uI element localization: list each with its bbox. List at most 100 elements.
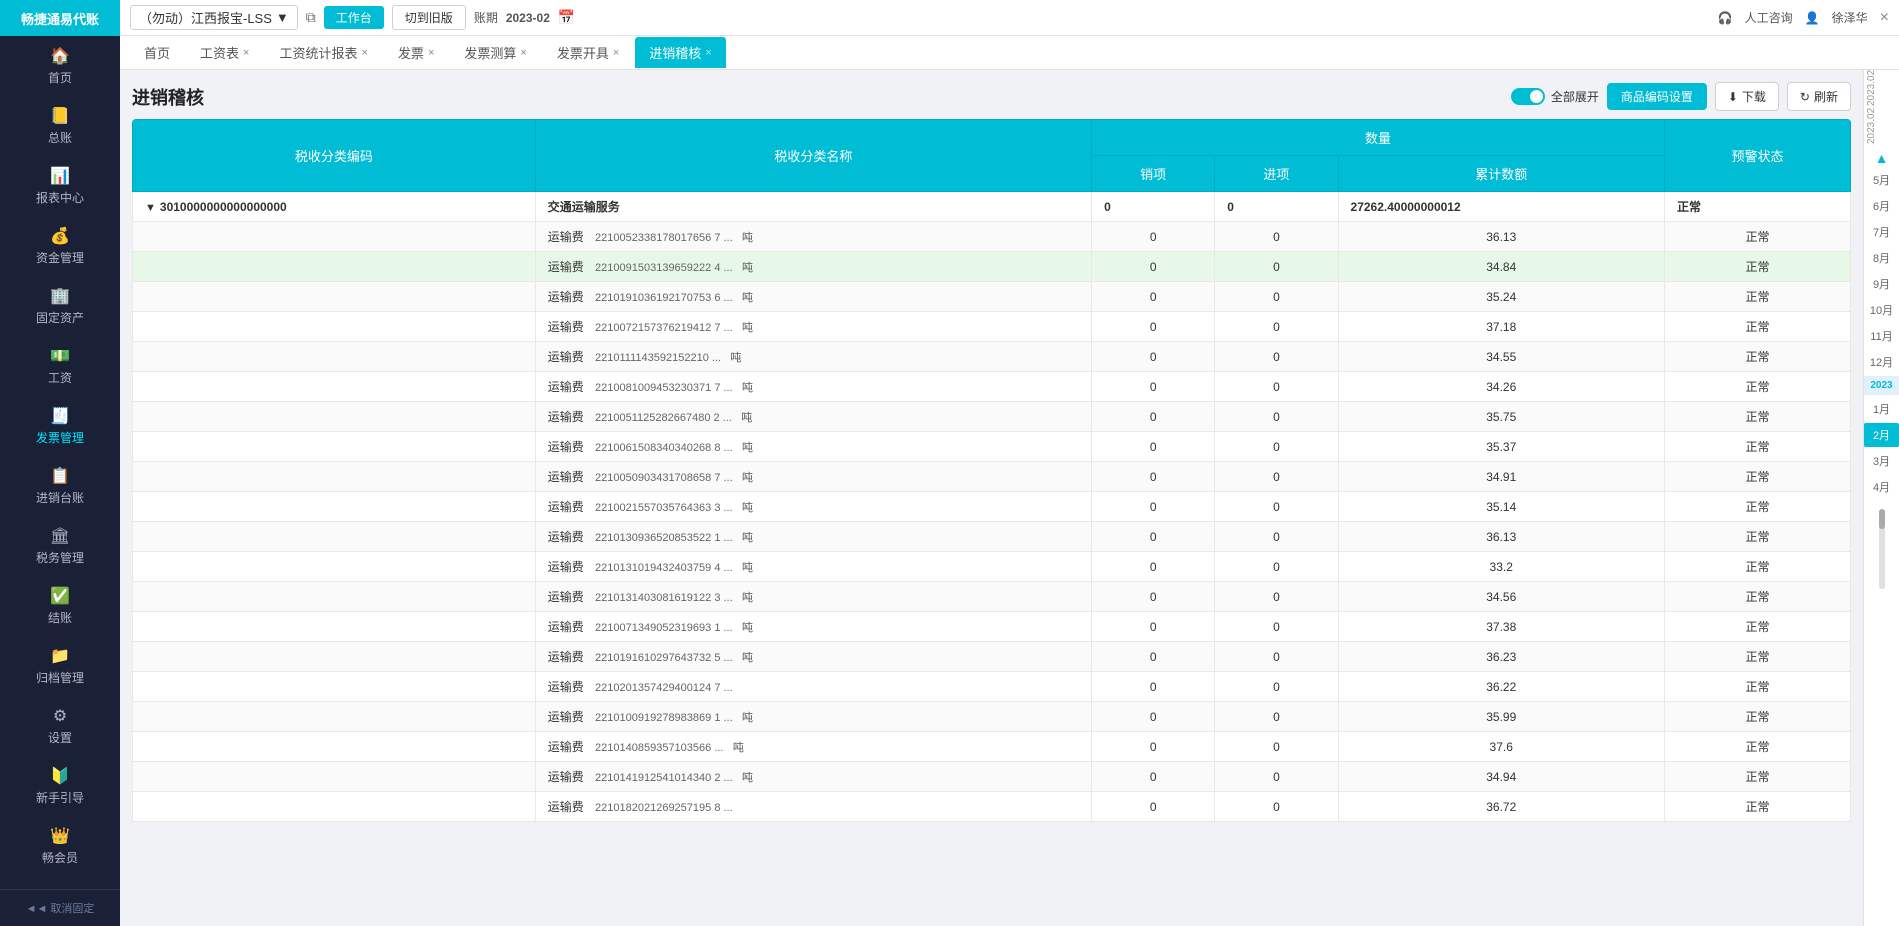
panel-month-3[interactable]: 3月 (1864, 449, 1899, 473)
sidebar-item-member[interactable]: 👑 畅会员 (0, 816, 120, 876)
table-row[interactable]: 运输费 2210021557035764363 3 ... 吨 0 0 35.1… (133, 492, 1851, 522)
sidebar-item-close-accounts[interactable]: ✅ 结账 (0, 576, 120, 636)
tab-sales-audit-close[interactable]: × (705, 47, 711, 59)
table-cell-name: 运输费 2210191610297643732 5 ... 吨 (535, 642, 1091, 672)
sidebar-item-label: 发票管理 (36, 429, 84, 446)
tab-invoice-issue[interactable]: 发票开具 × (543, 37, 633, 68)
table-row[interactable]: 运输费 2210141912541014340 2 ... 吨 0 0 34.9… (133, 762, 1851, 792)
sidebar-item-archive[interactable]: 📁 归档管理 (0, 636, 120, 696)
table-cell-purchase: 0 (1215, 222, 1338, 252)
refresh-button[interactable]: ↻ 刷新 (1787, 82, 1851, 111)
table-cell-status: 正常 (1664, 612, 1850, 642)
table-row[interactable]: 运输费 2210111143592152210 ... 吨 0 0 34.55 … (133, 342, 1851, 372)
tab-invoice-calc-close[interactable]: × (520, 47, 526, 59)
expand-toggle[interactable]: 全部展开 (1511, 88, 1599, 105)
table-cell-code (133, 792, 536, 822)
tab-sales-audit[interactable]: 进销稽核 × (635, 37, 725, 68)
settings-button[interactable]: 商品编码设置 (1607, 83, 1707, 110)
sidebar-item-salary[interactable]: 💵 工资 (0, 336, 120, 396)
table-row[interactable]: 运输费 2210182021269257195 8 ... 0 0 36.72 … (133, 792, 1851, 822)
sidebar-item-ledger[interactable]: 📒 总账 (0, 96, 120, 156)
table-cell-sale: 0 (1092, 672, 1215, 702)
table-cell-code (133, 282, 536, 312)
user-service-label[interactable]: 人工咨询 (1745, 9, 1793, 26)
calendar-icon[interactable]: 📅 (558, 9, 575, 26)
table-row[interactable]: 运输费 2210081009453230371 7 ... 吨 0 0 34.2… (133, 372, 1851, 402)
table-row[interactable]: 运输费 2210072157376219412 7 ... 吨 0 0 37.1… (133, 312, 1851, 342)
copy-icon[interactable]: ⧉ (306, 9, 316, 26)
panel-month-11[interactable]: 11月 (1864, 324, 1899, 348)
tab-invoice-issue-close[interactable]: × (613, 47, 619, 59)
table-row[interactable]: 运输费 2210131019432403759 4 ... 吨 0 0 33.2… (133, 552, 1851, 582)
right-panel: 2023.02 2023.02 ▲ 5月 6月 7月 8月 9月 10月 11月… (1863, 70, 1899, 926)
download-button[interactable]: ⬇ 下载 (1715, 82, 1779, 111)
table-cell-cumulative: 36.22 (1338, 672, 1664, 702)
table-cell-purchase: 0 (1215, 492, 1338, 522)
sidebar-item-assets[interactable]: 🏢 固定资产 (0, 276, 120, 336)
table-row[interactable]: 运输费 2210091503139659222 4 ... 吨 0 0 34.8… (133, 252, 1851, 282)
download-label: 下载 (1742, 88, 1766, 105)
tab-payroll-close[interactable]: × (243, 47, 249, 59)
table-row[interactable]: 运输费 2210131403081619122 3 ... 吨 0 0 34.5… (133, 582, 1851, 612)
workspace-button[interactable]: 工作台 (324, 6, 384, 29)
refresh-icon: ↻ (1800, 90, 1810, 104)
table-row[interactable]: 运输费 2210061508340340268 8 ... 吨 0 0 35.3… (133, 432, 1851, 462)
sidebar-item-sales-ledger[interactable]: 📋 进销台账 (0, 456, 120, 516)
table-row[interactable]: 运输费 2210052338178017656 7 ... 吨 0 0 36.1… (133, 222, 1851, 252)
table-cell-sale: 0 (1092, 522, 1215, 552)
tab-home[interactable]: 首页 (130, 37, 184, 68)
tab-payroll-report-close[interactable]: × (361, 47, 367, 59)
tab-payroll[interactable]: 工资表 × (186, 37, 263, 68)
panel-month-5[interactable]: 5月 (1864, 168, 1899, 192)
company-selector[interactable]: （勿动）江西报宝-LSS ▼ (130, 5, 298, 30)
sidebar-unpin-footer[interactable]: ◄◄ 取消固定 (0, 889, 120, 926)
close-accounts-icon: ✅ (50, 586, 70, 606)
table-row[interactable]: 运输费 2210050903431708658 7 ... 吨 0 0 34.9… (133, 462, 1851, 492)
sidebar-item-guide[interactable]: 🔰 新手引导 (0, 756, 120, 816)
panel-month-9[interactable]: 9月 (1864, 272, 1899, 296)
table-row[interactable]: 运输费 2210191036192170753 6 ... 吨 0 0 35.2… (133, 282, 1851, 312)
table-row[interactable]: ▼3010000000000000000 交通运输服务 0 0 27262.40… (133, 192, 1851, 222)
table-cell-status: 正常 (1664, 732, 1850, 762)
tab-payroll-report[interactable]: 工资统计报表 × (265, 37, 381, 68)
panel-month-8[interactable]: 8月 (1864, 246, 1899, 270)
table-row[interactable]: 运输费 2210071349052319693 1 ... 吨 0 0 37.3… (133, 612, 1851, 642)
close-icon[interactable]: × (1880, 9, 1889, 27)
table-cell-code (133, 372, 536, 402)
table-cell-purchase: 0 (1215, 792, 1338, 822)
table-row[interactable]: 运输费 2210140859357103566 ... 吨 0 0 37.6 正… (133, 732, 1851, 762)
toggle-track[interactable] (1511, 88, 1545, 105)
panel-month-6[interactable]: 6月 (1864, 194, 1899, 218)
table-cell-purchase: 0 (1215, 522, 1338, 552)
table-row[interactable]: 运输费 2210201357429400124 7 ... 0 0 36.22 … (133, 672, 1851, 702)
sidebar-item-label: 设置 (48, 729, 72, 746)
sidebar-item-settings[interactable]: ⚙ 设置 (0, 696, 120, 756)
table-cell-code (133, 642, 536, 672)
panel-month-10[interactable]: 10月 (1864, 298, 1899, 322)
sidebar-item-home[interactable]: 🏠 首页 (0, 36, 120, 96)
up-arrow-btn[interactable]: ▲ (1875, 150, 1889, 166)
sidebar-item-reports[interactable]: 📊 报表中心 (0, 156, 120, 216)
table-row[interactable]: 运输费 2210130936520853522 1 ... 吨 0 0 36.1… (133, 522, 1851, 552)
archive-icon: 📁 (50, 646, 70, 666)
panel-month-7[interactable]: 7月 (1864, 220, 1899, 244)
table-cell-cumulative: 33.2 (1338, 552, 1664, 582)
sidebar-item-tax[interactable]: 🏛 税务管理 (0, 516, 120, 576)
salary-icon: 💵 (50, 346, 70, 366)
table-row[interactable]: 运输费 2210100919278983869 1 ... 吨 0 0 35.9… (133, 702, 1851, 732)
panel-month-2[interactable]: 2月 (1864, 423, 1899, 447)
panel-month-4[interactable]: 4月 (1864, 475, 1899, 499)
sidebar-item-invoice[interactable]: 🧾 发票管理 (0, 396, 120, 456)
tab-invoice-close[interactable]: × (428, 47, 434, 59)
table-row[interactable]: 运输费 2210191610297643732 5 ... 吨 0 0 36.2… (133, 642, 1851, 672)
panel-month-12[interactable]: 12月 (1864, 350, 1899, 374)
tab-invoice-calc[interactable]: 发票测算 × (450, 37, 540, 68)
panel-month-1[interactable]: 1月 (1864, 397, 1899, 421)
switch-version-button[interactable]: 切到旧版 (392, 5, 466, 30)
tab-invoice[interactable]: 发票 × (384, 37, 448, 68)
download-icon: ⬇ (1728, 90, 1738, 104)
sidebar: 畅捷通易代账 🏠 首页 📒 总账 📊 报表中心 💰 资金管理 🏢 固定资产 💵 … (0, 0, 120, 926)
table-row[interactable]: 运输费 2210051125282667480 2 ... 吨 0 0 35.7… (133, 402, 1851, 432)
panel-year-2023-02-b: 2023.02 (1864, 112, 1899, 148)
sidebar-item-funds[interactable]: 💰 资金管理 (0, 216, 120, 276)
